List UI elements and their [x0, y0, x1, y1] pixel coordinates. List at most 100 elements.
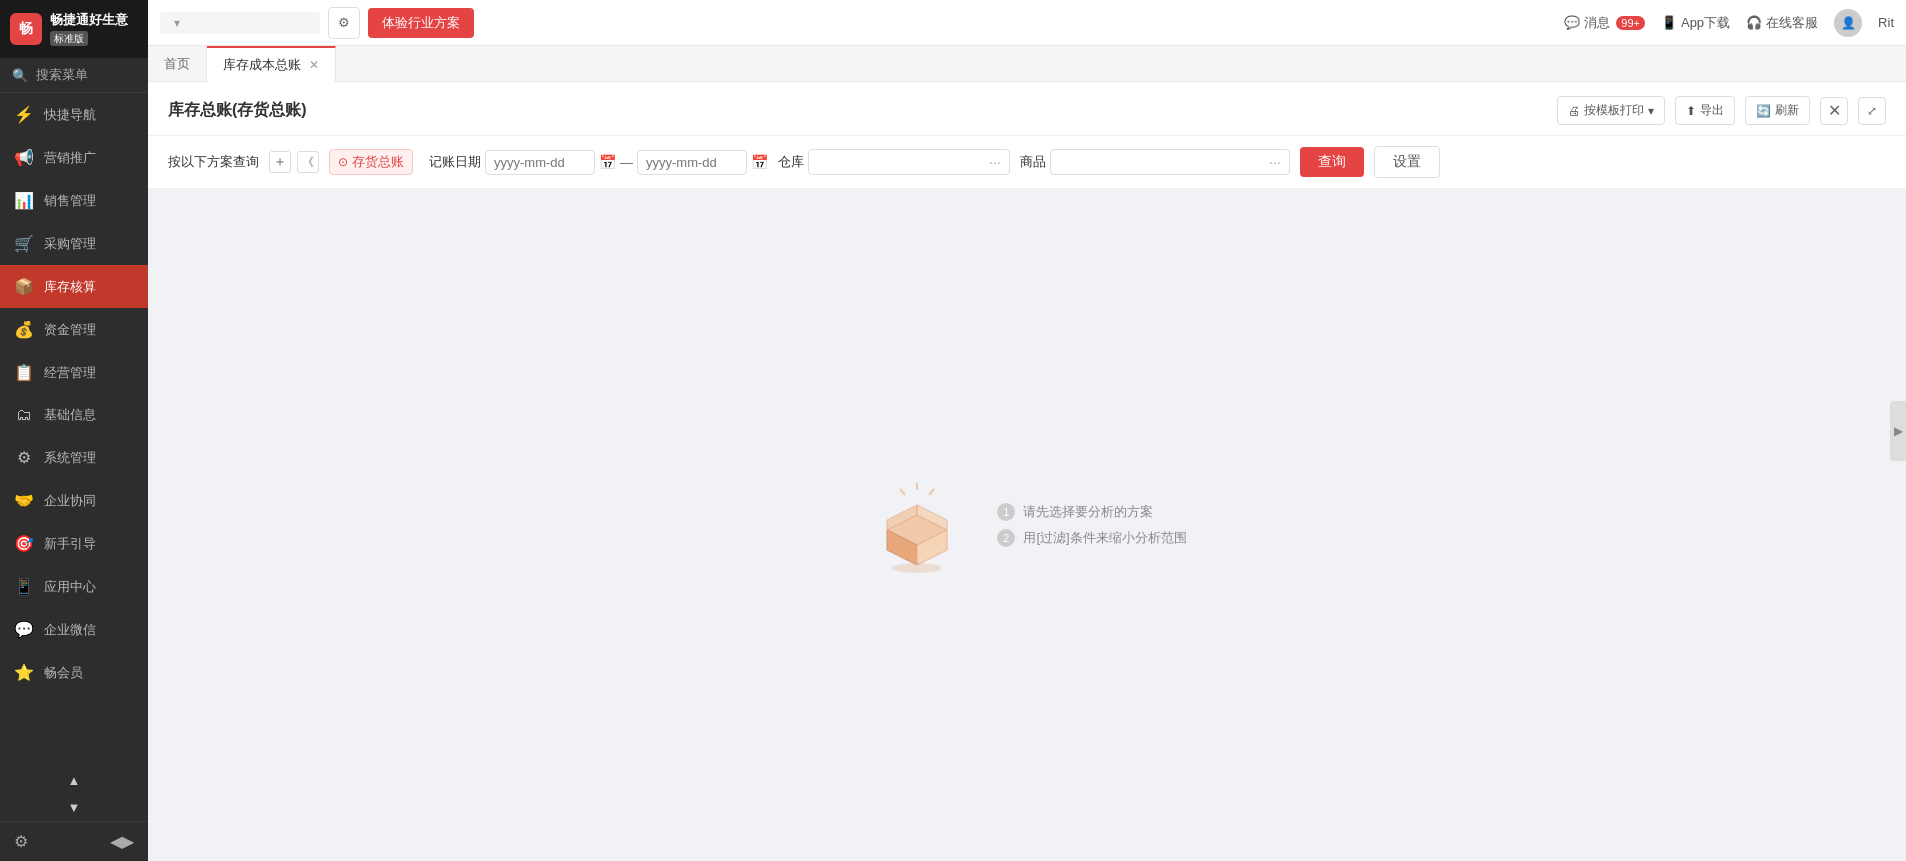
breadcrumb[interactable]: ▾	[160, 12, 320, 34]
sales-icon: 📊	[14, 191, 34, 210]
goods-input-wrap[interactable]: ···	[1050, 149, 1290, 175]
page-header: 库存总账(存货总账) 🖨 按模板打印 ▾ ⬆ 导出 🔄 刷新 ✕ ⤢	[148, 82, 1906, 136]
footer-collapse-icon[interactable]: ◀▶	[110, 832, 134, 851]
message-icon: 💬	[1564, 15, 1580, 30]
empty-tip-2: 2 用[过滤]条件来缩小分析范围	[997, 529, 1186, 547]
svg-point-5	[892, 563, 942, 573]
tab-inventory-ledger[interactable]: 库存成本总账 ✕	[207, 46, 336, 82]
filter-row: 记账日期 📅 — 📅 仓库 ··· 商品	[429, 146, 1886, 178]
filter-scheme: ⊙ 存货总账	[329, 149, 413, 175]
date-field-label: 记账日期	[429, 153, 481, 171]
operation-icon: 📋	[14, 363, 34, 382]
user-name[interactable]: Rit	[1878, 15, 1894, 30]
sidebar-item-wechat[interactable]: 💬 企业微信	[0, 608, 148, 651]
phone-icon: 📱	[1661, 15, 1677, 30]
goods-input[interactable]	[1059, 155, 1265, 170]
date-filter-group: 记账日期 📅 — 📅	[429, 150, 768, 175]
app-logo: 畅 畅捷通好生意 标准版	[0, 0, 148, 58]
tip-num-2: 2	[997, 529, 1015, 547]
query-button[interactable]: 查询	[1300, 147, 1364, 177]
close-panel-button[interactable]: ✕	[1820, 97, 1848, 125]
export-icon: ⬆	[1686, 104, 1696, 118]
topbar-left: ▾ ⚙ 体验行业方案	[160, 7, 1554, 39]
sidebar-item-cooperation[interactable]: 🤝 企业协同	[0, 479, 148, 522]
refresh-button[interactable]: 🔄 刷新	[1745, 96, 1810, 125]
user-avatar: 👤	[1834, 9, 1862, 37]
sidebar-item-purchase[interactable]: 🛒 采购管理	[0, 222, 148, 265]
tabbar: 首页 库存成本总账 ✕	[148, 46, 1906, 82]
goods-filter-group: 商品 ···	[1020, 149, 1290, 175]
search-icon: 🔍	[12, 68, 28, 83]
sidebar-item-quick-nav[interactable]: ⚡ 快捷导航	[0, 93, 148, 136]
basic-icon: 🗂	[14, 406, 34, 424]
industry-button[interactable]: 体验行业方案	[368, 8, 474, 38]
app-center-icon: 📱	[14, 577, 34, 596]
sidebar-item-member[interactable]: ⭐ 畅会员	[0, 651, 148, 694]
date-start-input[interactable]	[485, 150, 595, 175]
tab-home[interactable]: 首页	[148, 46, 207, 82]
tip-num-1: 1	[997, 503, 1015, 521]
sidebar-item-basic[interactable]: 🗂 基础信息	[0, 394, 148, 436]
settings-icon: ⚙	[338, 15, 350, 30]
app-download-button[interactable]: 📱 App下载	[1661, 14, 1730, 32]
inventory-icon: 📦	[14, 277, 34, 296]
sidebar-footer: ⚙ ◀▶	[0, 821, 148, 861]
export-button[interactable]: ⬆ 导出	[1675, 96, 1735, 125]
online-service-button[interactable]: 🎧 在线客服	[1746, 14, 1818, 32]
empty-illustration	[867, 475, 967, 575]
quick-nav-icon: ⚡	[14, 105, 34, 124]
sidebar-scroll-up[interactable]: ▲	[0, 767, 148, 794]
message-button[interactable]: 💬 消息 99+	[1564, 14, 1645, 32]
goods-more-icon[interactable]: ···	[1269, 154, 1281, 170]
warehouse-input-wrap[interactable]: ···	[808, 149, 1010, 175]
scheme-chip-icon: ⊙	[338, 155, 348, 169]
sidebar-item-finance[interactable]: 💰 资金管理	[0, 308, 148, 351]
warehouse-input[interactable]	[817, 155, 985, 170]
logo-text: 畅捷通好生意 标准版	[50, 12, 128, 46]
system-icon: ⚙	[14, 448, 34, 467]
sidebar-nav: ⚡ 快捷导航 📢 营销推广 📊 销售管理 🛒 采购管理 📦 库存核算 💰 资金管…	[0, 93, 148, 767]
sidebar: 畅 畅捷通好生意 标准版 🔍 搜索菜单 ⚡ 快捷导航 📢 营销推广 📊 销售管理…	[0, 0, 148, 861]
topbar-settings-button[interactable]: ⚙	[328, 7, 360, 39]
sidebar-item-sales[interactable]: 📊 销售管理	[0, 179, 148, 222]
message-badge: 99+	[1616, 16, 1645, 30]
svg-line-7	[929, 489, 934, 495]
sidebar-scroll-down[interactable]: ▼	[0, 794, 148, 821]
main-area: ▾ ⚙ 体验行业方案 💬 消息 99+ 📱 App下载 🎧 在线客服 👤	[148, 0, 1906, 861]
svg-line-8	[900, 489, 905, 495]
tab-close-icon[interactable]: ✕	[309, 58, 319, 72]
calendar-start-icon[interactable]: 📅	[599, 154, 616, 170]
search-menu[interactable]: 🔍 搜索菜单	[0, 58, 148, 93]
newbie-icon: 🎯	[14, 534, 34, 553]
date-end-input[interactable]	[637, 150, 747, 175]
sidebar-item-system[interactable]: ⚙ 系统管理	[0, 436, 148, 479]
headset-icon: 🎧	[1746, 15, 1762, 30]
filter-label: 按以下方案查询	[168, 153, 259, 171]
header-actions: 🖨 按模板打印 ▾ ⬆ 导出 🔄 刷新 ✕ ⤢	[1557, 96, 1886, 125]
sidebar-item-marketing[interactable]: 📢 营销推广	[0, 136, 148, 179]
sidebar-item-app-center[interactable]: 📱 应用中心	[0, 565, 148, 608]
topbar-right: 💬 消息 99+ 📱 App下载 🎧 在线客服 👤 Rit	[1564, 9, 1894, 37]
chevron-down-icon: ▾	[1648, 104, 1654, 118]
calendar-end-icon[interactable]: 📅	[751, 154, 768, 170]
sidebar-item-inventory[interactable]: 📦 库存核算	[0, 265, 148, 308]
filter-add-button[interactable]: ＋	[269, 151, 291, 173]
marketing-icon: 📢	[14, 148, 34, 167]
filter-collapse-button[interactable]: 《	[297, 151, 319, 173]
filter-actions: ＋ 《	[269, 151, 319, 173]
print-button[interactable]: 🖨 按模板打印 ▾	[1557, 96, 1665, 125]
filter-settings-button[interactable]: 设置	[1374, 146, 1440, 178]
right-panel-toggle[interactable]: ▶	[1890, 401, 1906, 461]
goods-field-label: 商品	[1020, 153, 1046, 171]
wechat-icon: 💬	[14, 620, 34, 639]
filter-area: 按以下方案查询 ＋ 《 ⊙ 存货总账 记账日期 📅 — �	[148, 136, 1906, 189]
sidebar-item-operation[interactable]: 📋 经营管理	[0, 351, 148, 394]
sidebar-item-newbie[interactable]: 🎯 新手引导	[0, 522, 148, 565]
page-title: 库存总账(存货总账)	[168, 100, 307, 121]
footer-settings-icon[interactable]: ⚙	[14, 832, 28, 851]
date-separator: —	[620, 155, 633, 170]
scheme-chip[interactable]: ⊙ 存货总账	[329, 149, 413, 175]
warehouse-more-icon[interactable]: ···	[989, 154, 1001, 170]
finance-icon: 💰	[14, 320, 34, 339]
expand-panel-button[interactable]: ⤢	[1858, 97, 1886, 125]
